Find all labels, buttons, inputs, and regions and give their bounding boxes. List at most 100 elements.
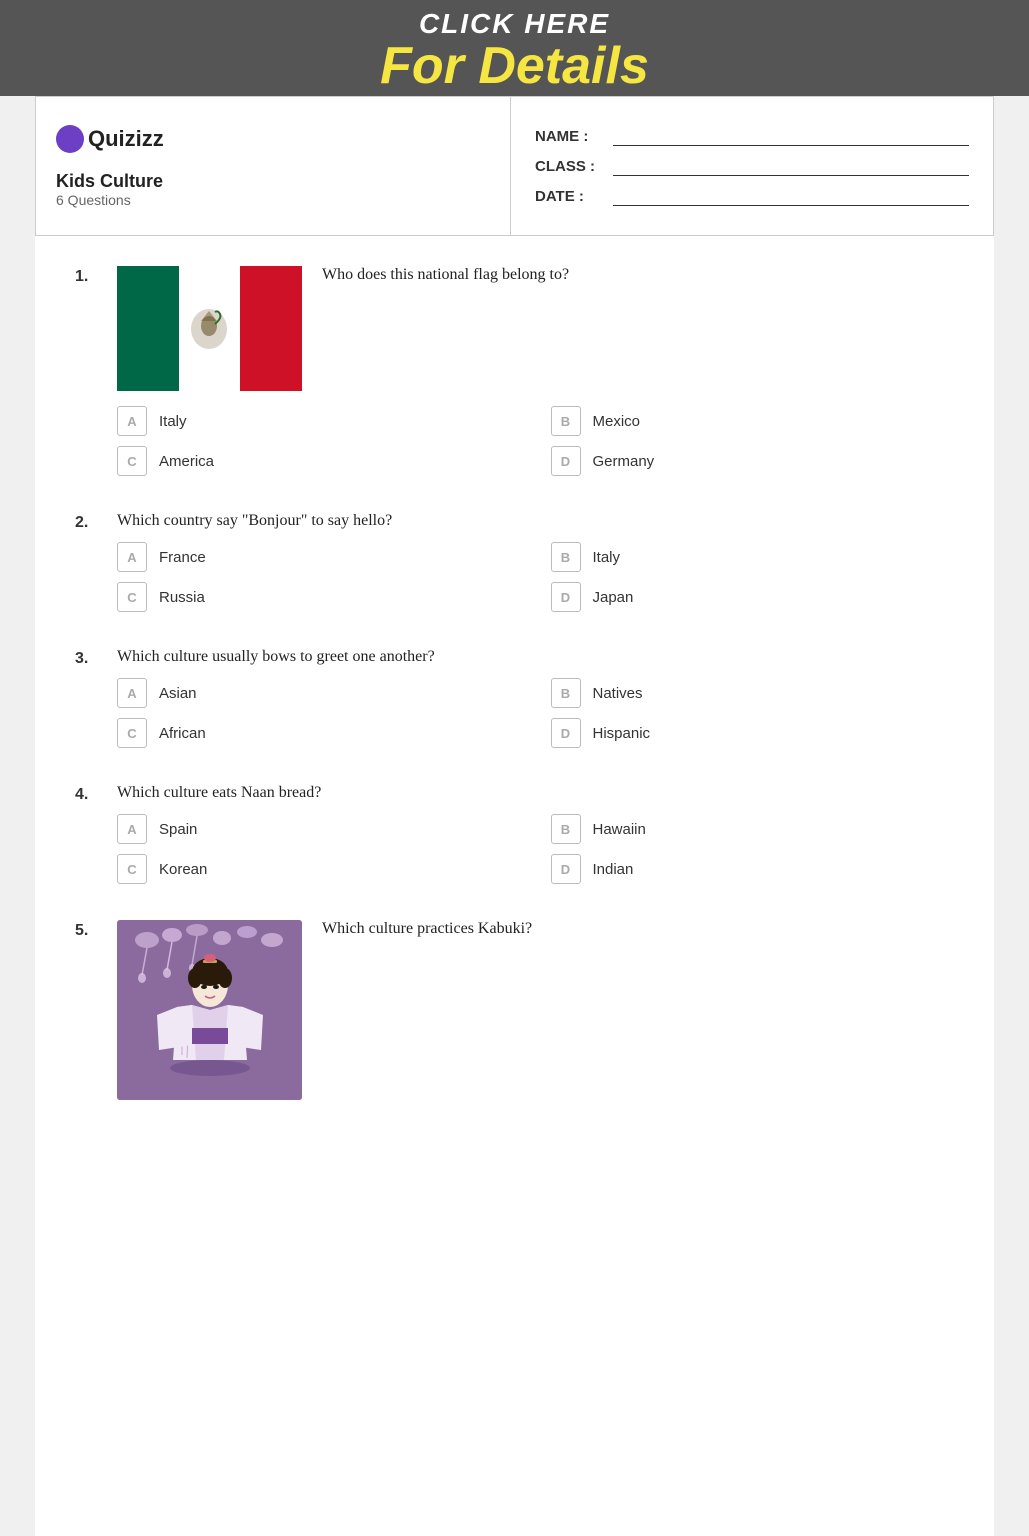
q4-option-c: C Korean	[117, 854, 521, 884]
q2-text-d: Japan	[593, 589, 634, 606]
q1-header: 1.	[75, 266, 954, 476]
quiz-subtitle: 6 Questions	[56, 192, 490, 208]
q3-content: Which culture usually bows to greet one …	[117, 648, 954, 748]
q3-option-b: B Natives	[551, 678, 955, 708]
q4-text: Which culture eats Naan bread?	[117, 784, 954, 802]
header-left: Quizizz Kids Culture 6 Questions	[36, 97, 511, 235]
q4-text-c: Korean	[159, 861, 207, 878]
q2-badge-c: C	[117, 582, 147, 612]
q1-text-b: Mexico	[593, 413, 641, 430]
q4-option-d: D Indian	[551, 854, 955, 884]
q4-answers: A Spain B Hawaiin C Korean D Indian	[117, 814, 954, 884]
q3-text-c: African	[159, 725, 206, 742]
header-box: Quizizz Kids Culture 6 Questions NAME : …	[35, 96, 994, 236]
q3-option-d: D Hispanic	[551, 718, 955, 748]
mexico-flag-image	[117, 266, 302, 391]
q2-answers: A France B Italy C Russia D Japan	[117, 542, 954, 612]
q1-badge-b: B	[551, 406, 581, 436]
q2-text-b: Italy	[593, 549, 621, 566]
q3-text: Which culture usually bows to greet one …	[117, 648, 954, 666]
kabuki-image	[117, 920, 302, 1100]
question-4: 4. Which culture eats Naan bread? A Spai…	[75, 784, 954, 884]
q1-option-a: A Italy	[117, 406, 521, 436]
q4-badge-a: A	[117, 814, 147, 844]
q5-with-image: Which culture practices Kabuki?	[117, 920, 954, 1100]
q4-option-a: A Spain	[117, 814, 521, 844]
q1-option-b: B Mexico	[551, 406, 955, 436]
q2-option-b: B Italy	[551, 542, 955, 572]
q4-text-d: Indian	[593, 861, 634, 878]
q3-badge-c: C	[117, 718, 147, 748]
q5-text-side: Which culture practices Kabuki?	[322, 920, 532, 950]
q4-num: 4.	[75, 784, 99, 804]
name-label: NAME :	[535, 128, 605, 145]
class-row: CLASS :	[535, 156, 969, 176]
q2-option-d: D Japan	[551, 582, 955, 612]
quizizz-logo-icon	[56, 125, 84, 153]
q2-content: Which country say "Bonjour" to say hello…	[117, 512, 954, 612]
q3-text-d: Hispanic	[593, 725, 651, 742]
q3-badge-a: A	[117, 678, 147, 708]
q2-badge-a: A	[117, 542, 147, 572]
q3-text-a: Asian	[159, 685, 197, 702]
date-label: DATE :	[535, 188, 605, 205]
q4-badge-c: C	[117, 854, 147, 884]
kabuki-svg	[117, 920, 302, 1100]
q1-with-image: Who does this national flag belong to?	[117, 266, 954, 396]
q2-badge-b: B	[551, 542, 581, 572]
quizizz-logo-text: Quizizz	[88, 126, 164, 152]
q2-num: 2.	[75, 512, 99, 532]
click-line1: CLICK HERE	[0, 8, 1029, 40]
q2-badge-d: D	[551, 582, 581, 612]
q3-num: 3.	[75, 648, 99, 668]
q1-text-a: Italy	[159, 413, 187, 430]
date-row: DATE :	[535, 186, 969, 206]
q1-image-container	[117, 266, 302, 396]
q4-badge-b: B	[551, 814, 581, 844]
q4-text-b: Hawaiin	[593, 821, 646, 838]
q1-badge-c: C	[117, 446, 147, 476]
q1-text: Who does this national flag belong to?	[322, 266, 569, 284]
question-1: 1.	[75, 266, 954, 476]
quiz-title: Kids Culture	[56, 171, 490, 192]
q4-header: 4. Which culture eats Naan bread? A Spai…	[75, 784, 954, 884]
date-line	[613, 186, 969, 206]
q4-badge-d: D	[551, 854, 581, 884]
q1-text-side: Who does this national flag belong to?	[322, 266, 569, 296]
worksheet: 1.	[35, 236, 994, 1536]
q2-text: Which country say "Bonjour" to say hello…	[117, 512, 954, 530]
question-2: 2. Which country say "Bonjour" to say he…	[75, 512, 954, 612]
q1-num: 1.	[75, 266, 99, 286]
name-line	[613, 126, 969, 146]
q1-answers: A Italy B Mexico C America D Germany	[117, 406, 954, 476]
q4-text-a: Spain	[159, 821, 197, 838]
class-line	[613, 156, 969, 176]
q2-header: 2. Which country say "Bonjour" to say he…	[75, 512, 954, 612]
q1-content: Who does this national flag belong to? A…	[117, 266, 954, 476]
q4-content: Which culture eats Naan bread? A Spain B…	[117, 784, 954, 884]
q2-option-a: A France	[117, 542, 521, 572]
q3-badge-b: B	[551, 678, 581, 708]
click-line2: For Details	[0, 40, 1029, 92]
q3-badge-d: D	[551, 718, 581, 748]
q5-num: 5.	[75, 920, 99, 940]
question-3: 3. Which culture usually bows to greet o…	[75, 648, 954, 748]
q3-text-b: Natives	[593, 685, 643, 702]
name-row: NAME :	[535, 126, 969, 146]
q3-option-c: C African	[117, 718, 521, 748]
q1-badge-d: D	[551, 446, 581, 476]
top-banner[interactable]: CLICK HERE For Details	[0, 0, 1029, 96]
q5-content: Which culture practices Kabuki?	[117, 920, 954, 1100]
quizizz-logo: Quizizz	[56, 125, 490, 153]
q5-text: Which culture practices Kabuki?	[322, 920, 532, 938]
q1-option-d: D Germany	[551, 446, 955, 476]
q3-answers: A Asian B Natives C African D Hispanic	[117, 678, 954, 748]
question-5: 5.	[75, 920, 954, 1100]
class-label: CLASS :	[535, 158, 605, 175]
q1-text-d: Germany	[593, 453, 655, 470]
q1-badge-a: A	[117, 406, 147, 436]
q4-option-b: B Hawaiin	[551, 814, 955, 844]
q3-option-a: A Asian	[117, 678, 521, 708]
q5-header: 5.	[75, 920, 954, 1100]
q1-text-c: America	[159, 453, 214, 470]
